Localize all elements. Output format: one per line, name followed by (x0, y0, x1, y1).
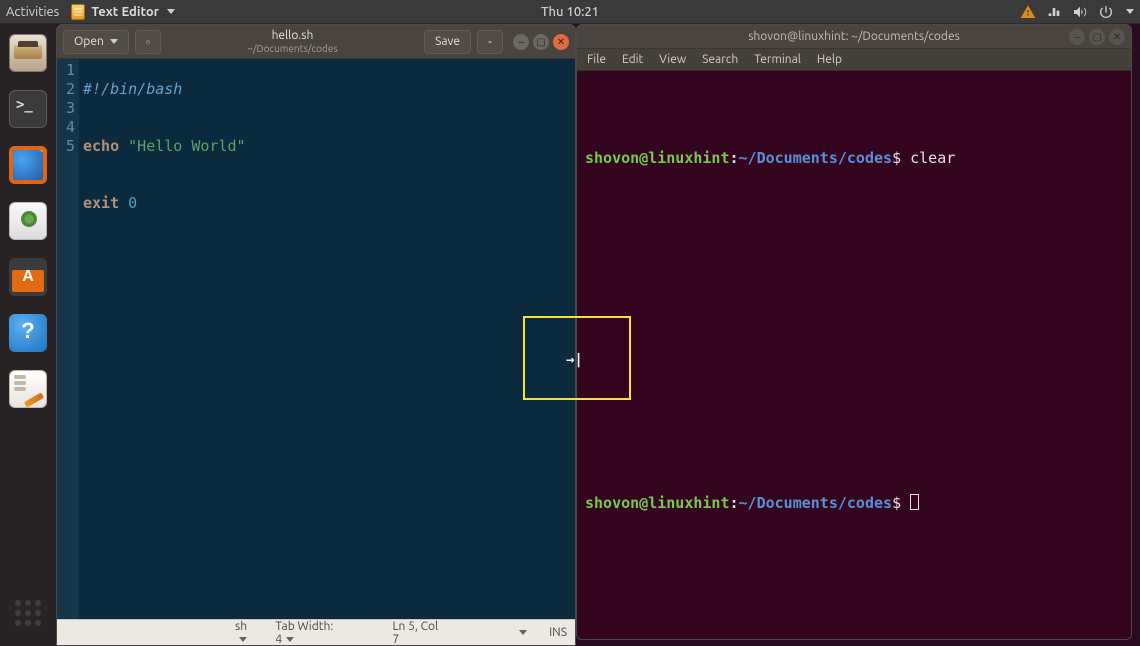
line-number-gutter: 1 2 3 4 5 (57, 59, 79, 619)
code-area[interactable]: #!/bin/bash echo "Hello World" exit 0 (79, 59, 575, 619)
line-number: 2 (57, 80, 75, 99)
terminal-titlebar[interactable]: shovon@linuxhint: ~/Documents/codes ‒ ▢ … (577, 25, 1131, 49)
apps-grid-icon (15, 600, 41, 626)
window-snap-cursor-icon: →| (566, 352, 583, 368)
document-icon (146, 35, 150, 49)
cursor-position: Ln 5, Col 7 (392, 620, 439, 646)
chevron-down-icon (239, 637, 247, 642)
open-button-label: Open (74, 35, 104, 48)
chevron-down-icon (167, 9, 175, 14)
help-app-icon[interactable] (9, 314, 47, 352)
maximize-button[interactable]: ▢ (1089, 29, 1105, 45)
terminal-line: shovon@linuxhint:~/Documents/codes$ clea… (585, 149, 1123, 168)
tab-width-selector[interactable]: Tab Width: 4 (275, 620, 342, 646)
software-app-icon[interactable] (9, 202, 47, 240)
line-number: 5 (57, 137, 75, 156)
ubuntu-store-app-icon[interactable] (9, 258, 47, 296)
terminal-window: shovon@linuxhint: ~/Documents/codes ‒ ▢ … (576, 24, 1132, 640)
new-document-button[interactable] (135, 30, 161, 54)
chevron-down-icon[interactable] (1126, 9, 1134, 14)
terminal-line: shovon@linuxhint:~/Documents/codes$ (585, 494, 1123, 513)
chevron-down-icon (110, 39, 118, 44)
text-editor-app-icon[interactable] (9, 370, 47, 408)
language-selector[interactable]: sh (235, 620, 255, 646)
open-button[interactable]: Open (63, 30, 129, 54)
firefox-app-icon[interactable] (9, 146, 47, 184)
hamburger-icon (488, 35, 492, 49)
menu-search[interactable]: Search (702, 53, 738, 66)
system-tray (1020, 4, 1134, 20)
maximize-button[interactable]: ▢ (533, 34, 549, 50)
line-number: 3 (57, 99, 75, 118)
volume-icon[interactable] (1072, 4, 1088, 20)
files-app-icon[interactable] (9, 34, 47, 72)
app-menu-label: Text Editor (91, 5, 159, 19)
text-editor-icon (71, 4, 85, 20)
code-line: echo "Hello World" (83, 137, 571, 156)
save-button-label: Save (435, 35, 460, 48)
line-number: 1 (57, 61, 75, 80)
editor-filepath: ~/Documents/codes (167, 43, 418, 54)
terminal-title: shovon@linuxhint: ~/Documents/codes (748, 30, 960, 43)
editor-filename: hello.sh (167, 29, 418, 42)
chevron-down-icon (286, 637, 294, 642)
chevron-down-icon[interactable] (519, 630, 527, 635)
terminal-menubar: File Edit View Search Terminal Help (577, 49, 1131, 71)
minimize-button[interactable]: ‒ (513, 34, 529, 50)
editor-headerbar: Open hello.sh ~/Documents/codes Save ‒ ▢… (57, 25, 575, 59)
terminal-command: clear (910, 149, 955, 167)
code-line: #!/bin/bash (83, 80, 571, 99)
editor-statusbar: sh Tab Width: 4 Ln 5, Col 7 INS (57, 619, 575, 645)
editor-title: hello.sh ~/Documents/codes (167, 29, 418, 53)
terminal-window-controls: ‒ ▢ ✕ (1069, 29, 1125, 45)
power-icon[interactable] (1098, 4, 1114, 20)
activities-button[interactable]: Activities (6, 5, 59, 19)
save-button[interactable]: Save (424, 30, 471, 54)
terminal-app-icon[interactable] (9, 90, 47, 128)
top-panel: Activities Text Editor Thu 10:21 (0, 0, 1140, 24)
menu-file[interactable]: File (587, 53, 606, 66)
network-icon[interactable] (1046, 4, 1062, 20)
menu-terminal[interactable]: Terminal (754, 53, 801, 66)
hamburger-button[interactable] (477, 30, 503, 54)
terminal-cursor (910, 494, 919, 510)
editor-body[interactable]: 1 2 3 4 5 #!/bin/bash echo "Hello World"… (57, 59, 575, 619)
menu-help[interactable]: Help (817, 53, 842, 66)
code-line: exit 0 (83, 194, 571, 213)
close-button[interactable]: ✕ (1109, 29, 1125, 45)
terminal-body[interactable]: shovon@linuxhint:~/Documents/codes$ clea… (577, 71, 1131, 639)
editor-window: Open hello.sh ~/Documents/codes Save ‒ ▢… (56, 24, 576, 646)
dock (0, 24, 56, 646)
show-applications-button[interactable] (9, 594, 47, 632)
menu-view[interactable]: View (659, 53, 686, 66)
line-number: 4 (57, 118, 75, 137)
warning-icon[interactable] (1020, 4, 1036, 20)
insert-mode-indicator[interactable]: INS (549, 626, 567, 639)
close-button[interactable]: ✕ (553, 34, 569, 50)
app-menu[interactable]: Text Editor (71, 4, 175, 20)
menu-edit[interactable]: Edit (622, 53, 643, 66)
editor-window-controls: ‒ ▢ ✕ (513, 34, 569, 50)
minimize-button[interactable]: ‒ (1069, 29, 1085, 45)
clock-label[interactable]: Thu 10:21 (541, 5, 599, 19)
